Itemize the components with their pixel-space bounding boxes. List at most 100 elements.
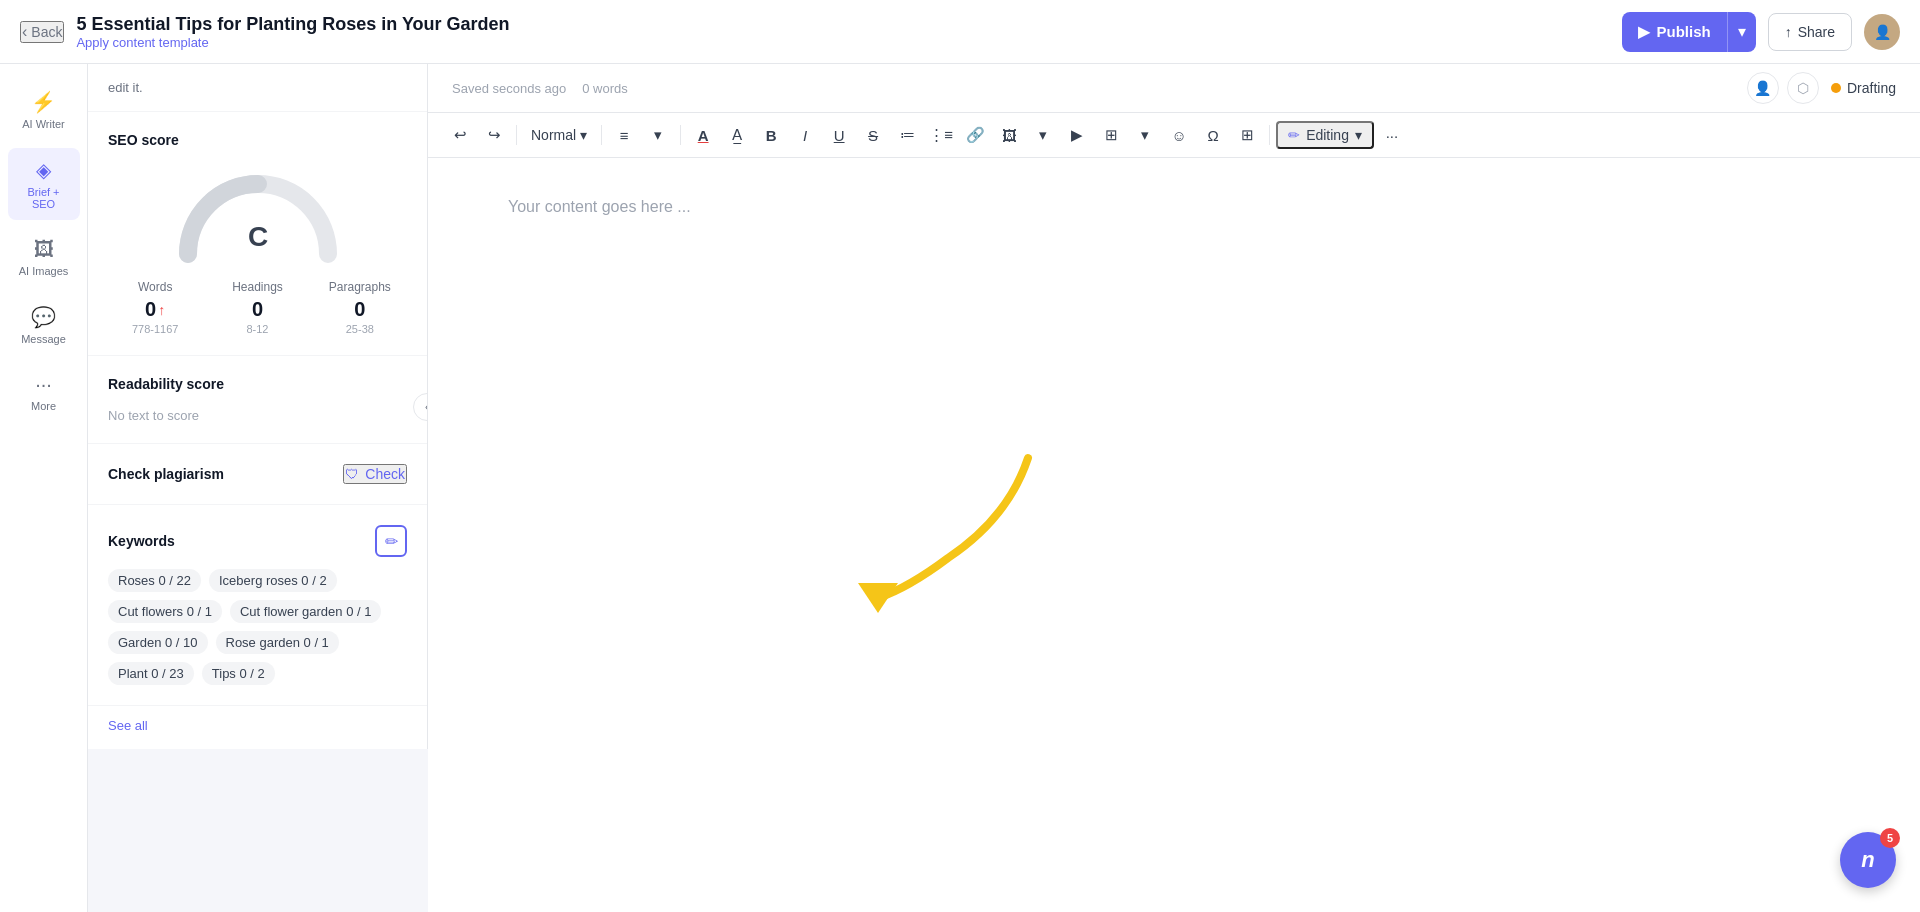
seo-panel-wrapper: ‹ edit it. SEO score C bbox=[88, 64, 428, 912]
chat-widget[interactable]: 5 n bbox=[1840, 832, 1896, 888]
top-header: ‹ Back 5 Essential Tips for Planting Ros… bbox=[0, 0, 1920, 64]
link-button[interactable]: 🔗 bbox=[959, 119, 991, 151]
words-range: 778-1167 bbox=[108, 323, 202, 335]
sidebar-item-ai-writer[interactable]: ⚡ AI Writer bbox=[8, 80, 80, 140]
keyword-plant: Plant 0 / 23 bbox=[108, 662, 194, 685]
paragraphs-value: 0 bbox=[313, 298, 407, 321]
strikethrough-button[interactable]: S bbox=[857, 119, 889, 151]
emoji-button[interactable]: ☺ bbox=[1163, 119, 1195, 151]
style-select-button[interactable]: Normal ▾ bbox=[523, 123, 595, 147]
publish-button[interactable]: ▶ Publish ▾ bbox=[1622, 12, 1755, 52]
undo-button[interactable]: ↩ bbox=[444, 119, 476, 151]
sidebar-item-ai-images[interactable]: 🖼 AI Images bbox=[8, 228, 80, 287]
keyword-cut-flowers: Cut flowers 0 / 1 bbox=[108, 600, 222, 623]
drafting-label: Drafting bbox=[1847, 80, 1896, 96]
editing-pencil-icon: ✏ bbox=[1288, 127, 1300, 143]
headings-range: 8-12 bbox=[210, 323, 304, 335]
edit-keywords-button[interactable]: ✏ bbox=[375, 525, 407, 557]
indent-button[interactable]: ⊞ bbox=[1231, 119, 1263, 151]
shield-icon: 🛡 bbox=[345, 466, 359, 482]
publish-dropdown-button[interactable]: ▾ bbox=[1728, 12, 1756, 52]
keyword-tips: Tips 0 / 2 bbox=[202, 662, 275, 685]
chat-letter: n bbox=[1861, 847, 1874, 873]
format-toolbar: ↩ ↪ Normal ▾ ≡ ▾ A A̲ B I U S ≔ ⋮≡ 🔗 🖼 ▾… bbox=[428, 113, 1920, 158]
readability-title: Readability score bbox=[108, 376, 407, 392]
bullet-list-button[interactable]: ≔ bbox=[891, 119, 923, 151]
headings-label: Headings bbox=[210, 280, 304, 294]
icon-sidebar: ⚡ AI Writer ◈ Brief + SEO 🖼 AI Images 💬 … bbox=[0, 64, 88, 912]
readability-section: Readability score No text to score bbox=[88, 356, 427, 444]
apply-template-link[interactable]: Apply content template bbox=[76, 35, 509, 50]
share-upload-icon: ↑ bbox=[1785, 24, 1792, 40]
keyword-cut-flower-garden: Cut flower garden 0 / 1 bbox=[230, 600, 382, 623]
keyword-rose-garden: Rose garden 0 / 1 bbox=[216, 631, 339, 654]
word-count: 0 words bbox=[582, 81, 628, 96]
sidebar-item-brief-seo[interactable]: ◈ Brief + SEO bbox=[8, 148, 80, 220]
avatar[interactable]: 👤 bbox=[1864, 14, 1900, 50]
play-button[interactable]: ▶ bbox=[1061, 119, 1093, 151]
stat-headings: Headings 0 8-12 bbox=[210, 280, 304, 335]
content-placeholder: Your content goes here ... bbox=[508, 198, 1840, 216]
svg-marker-1 bbox=[858, 583, 898, 613]
headings-value: 0 bbox=[210, 298, 304, 321]
image-dropdown-button[interactable]: ▾ bbox=[1027, 119, 1059, 151]
more-options-button[interactable]: ··· bbox=[1376, 119, 1408, 151]
back-label: Back bbox=[31, 24, 62, 40]
paragraphs-range: 25-38 bbox=[313, 323, 407, 335]
toolbar-divider-4 bbox=[1269, 125, 1270, 145]
toolbar-divider-1 bbox=[516, 125, 517, 145]
keyword-garden: Garden 0 / 10 bbox=[108, 631, 208, 654]
back-button[interactable]: ‹ Back bbox=[20, 21, 64, 43]
editing-mode-button[interactable]: ✏ Editing ▾ bbox=[1276, 121, 1374, 149]
font-color-button[interactable]: A bbox=[687, 119, 719, 151]
seo-score-section: SEO score C Words bbox=[88, 112, 427, 356]
share-button[interactable]: ↑ Share bbox=[1768, 13, 1852, 51]
ordered-list-button[interactable]: ⋮≡ bbox=[925, 119, 957, 151]
publish-main[interactable]: ▶ Publish bbox=[1622, 13, 1726, 51]
paragraphs-label: Paragraphs bbox=[313, 280, 407, 294]
main-layout: ⚡ AI Writer ◈ Brief + SEO 🖼 AI Images 💬 … bbox=[0, 64, 1920, 912]
collab-share-icon[interactable]: ⬡ bbox=[1787, 72, 1819, 104]
stat-words: Words 0 ↑ 778-1167 bbox=[108, 280, 202, 335]
chat-badge: 5 bbox=[1880, 828, 1900, 848]
sidebar-item-message[interactable]: 💬 Message bbox=[8, 295, 80, 355]
editing-chevron-icon: ▾ bbox=[1355, 127, 1362, 143]
see-all-keywords-link[interactable]: See all bbox=[88, 718, 427, 749]
check-label: Check bbox=[365, 466, 405, 482]
gauge-container: C bbox=[108, 164, 407, 264]
italic-button[interactable]: I bbox=[789, 119, 821, 151]
table-button[interactable]: ⊞ bbox=[1095, 119, 1127, 151]
saved-text: Saved seconds ago bbox=[452, 81, 566, 96]
sidebar-item-label-more: More bbox=[31, 400, 56, 412]
ai-images-icon: 🖼 bbox=[34, 238, 54, 261]
align-dropdown-button[interactable]: ▾ bbox=[642, 119, 674, 151]
check-plagiarism-button[interactable]: 🛡 Check bbox=[343, 464, 407, 484]
collab-user-icon[interactable]: 👤 bbox=[1747, 72, 1779, 104]
image-button[interactable]: 🖼 bbox=[993, 119, 1025, 151]
redo-button[interactable]: ↪ bbox=[478, 119, 510, 151]
keyword-tags: Roses 0 / 22 Iceberg roses 0 / 2 Cut flo… bbox=[108, 569, 407, 685]
sidebar-item-label-brief-seo: Brief + SEO bbox=[16, 186, 72, 210]
title-section: 5 Essential Tips for Planting Roses in Y… bbox=[76, 14, 509, 50]
editing-label: Editing bbox=[1306, 127, 1349, 143]
table-dropdown-button[interactable]: ▾ bbox=[1129, 119, 1161, 151]
sidebar-item-more[interactable]: ··· More bbox=[8, 363, 80, 422]
editor-status-bar: Saved seconds ago 0 words 👤 ⬡ Drafting bbox=[428, 64, 1920, 113]
ai-writer-icon: ⚡ bbox=[31, 90, 56, 114]
message-icon: 💬 bbox=[31, 305, 56, 329]
svg-text:C: C bbox=[247, 221, 267, 252]
seo-panel: ‹ edit it. SEO score C bbox=[88, 64, 428, 749]
plagiarism-row: Check plagiarism 🛡 Check bbox=[108, 464, 407, 484]
align-button[interactable]: ≡ bbox=[608, 119, 640, 151]
content-area[interactable]: Your content goes here ... bbox=[428, 158, 1920, 912]
special-char-button[interactable]: Ω bbox=[1197, 119, 1229, 151]
keyword-roses: Roses 0 / 22 bbox=[108, 569, 201, 592]
keywords-section: Keywords ✏ Roses 0 / 22 Iceberg roses 0 … bbox=[88, 505, 427, 706]
collab-icons: 👤 ⬡ bbox=[1747, 72, 1819, 104]
bold-button[interactable]: B bbox=[755, 119, 787, 151]
highlight-button[interactable]: A̲ bbox=[721, 119, 753, 151]
publish-label: Publish bbox=[1656, 23, 1710, 40]
words-label: Words bbox=[108, 280, 202, 294]
header-left: ‹ Back 5 Essential Tips for Planting Ros… bbox=[20, 14, 510, 50]
underline-button[interactable]: U bbox=[823, 119, 855, 151]
